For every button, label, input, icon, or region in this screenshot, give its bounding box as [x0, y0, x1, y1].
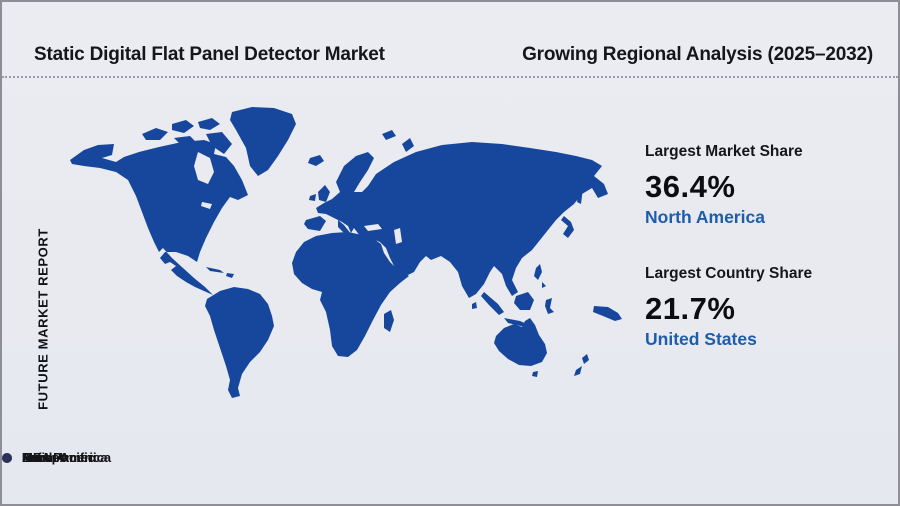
continent-greenland — [230, 107, 296, 176]
islands-caribbean — [206, 267, 234, 278]
islands-philippines — [534, 264, 546, 288]
island-sri-lanka — [472, 302, 477, 309]
islands-indonesia — [481, 292, 554, 327]
islands-arctic-russia — [382, 130, 414, 152]
peninsula-iberia — [304, 216, 326, 231]
world-map — [70, 107, 622, 398]
title-analysis-range: Growing Regional Analysis (2025–2032) — [522, 44, 873, 65]
page-title: Static Digital Flat Panel Detector Marke… — [34, 44, 873, 66]
stat-largest-market-share: Largest Market Share 36.4% North America — [645, 143, 803, 228]
stat-region: United States — [645, 329, 757, 350]
dotted-divider — [2, 76, 898, 78]
stat-label: Largest Market Share — [645, 143, 803, 160]
stat-label: Largest Country Share — [645, 265, 813, 282]
title-market-name: Static Digital Flat Panel Detector Marke… — [34, 44, 385, 65]
legend-label: North America — [22, 450, 112, 465]
infographic-frame: Static Digital Flat Panel Detector Marke… — [0, 0, 900, 506]
stat-value: 36.4% — [645, 168, 736, 204]
islands-new-zealand — [574, 354, 589, 376]
continent-australia — [494, 318, 547, 377]
continent-south-america — [205, 287, 274, 398]
islands-british — [309, 185, 330, 202]
stat-region: North America — [645, 207, 765, 228]
brand-watermark: FUTURE MARKET REPORT — [35, 228, 51, 410]
island-iceland — [308, 155, 324, 166]
island-new-guinea — [593, 306, 622, 321]
legend-item-north-america: North America — [2, 450, 111, 465]
legend-dot — [2, 452, 12, 463]
stat-largest-country-share: Largest Country Share 21.7% United State… — [645, 265, 812, 350]
island-madagascar — [384, 310, 394, 332]
continents — [70, 107, 622, 398]
stat-value: 21.7% — [645, 290, 736, 326]
